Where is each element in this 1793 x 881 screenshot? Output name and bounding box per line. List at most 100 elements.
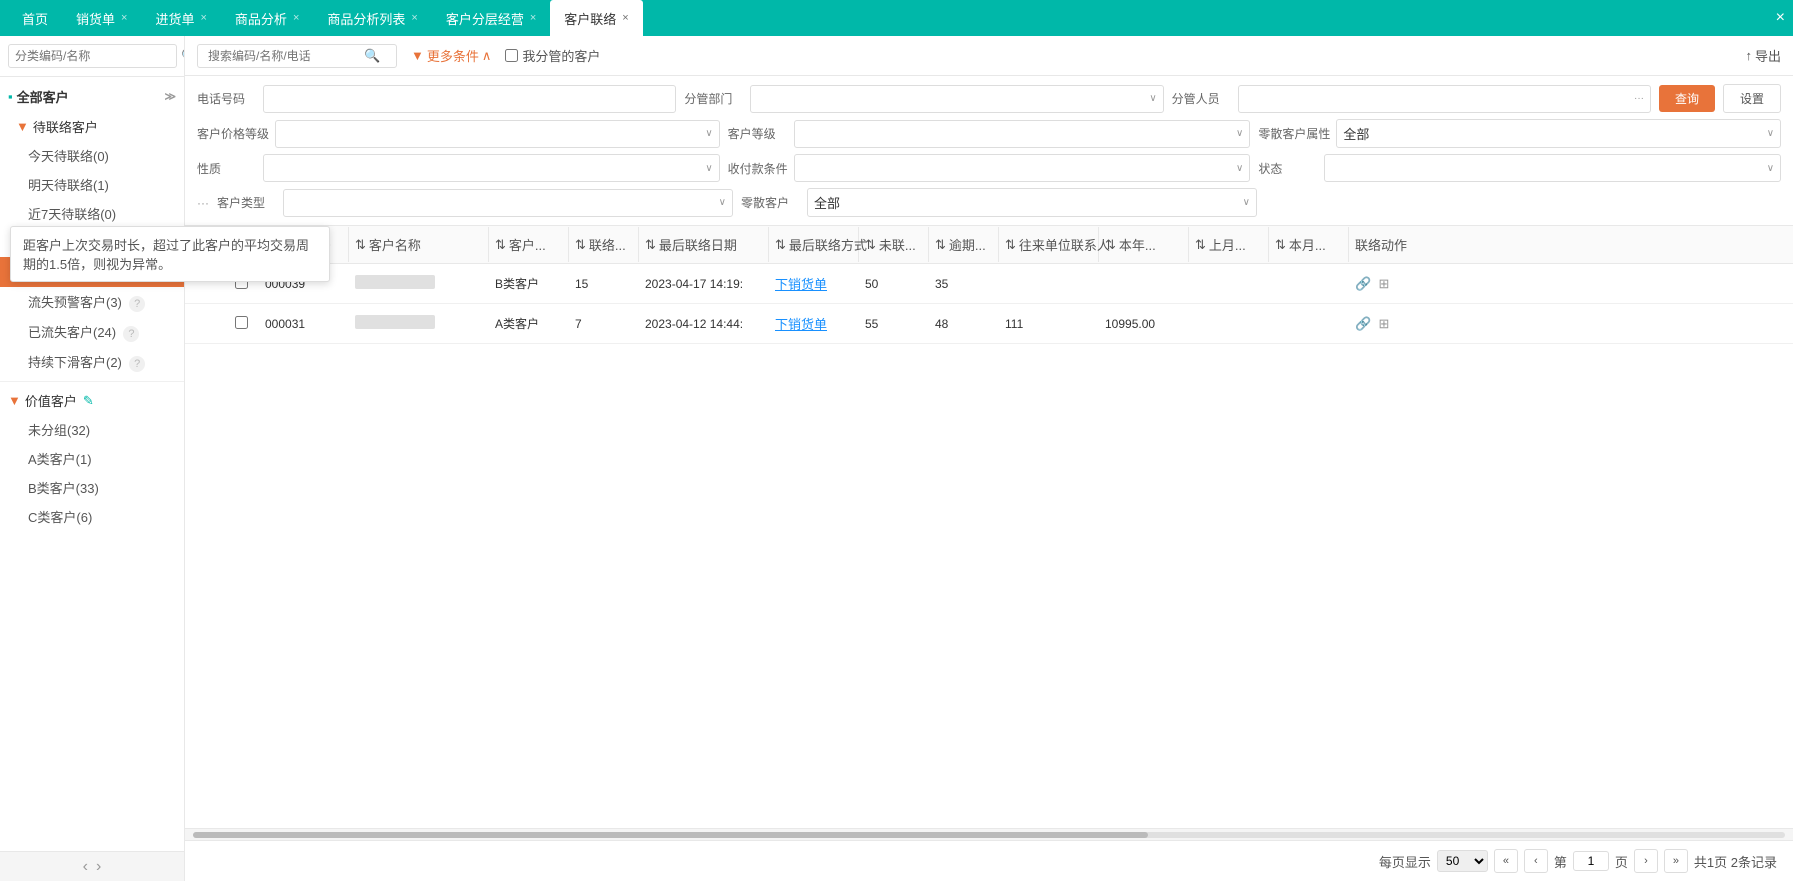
filter-retail-attr-select[interactable]: 全部 ∨ [1336, 119, 1781, 148]
nav-sales[interactable]: 销货单 × [62, 0, 141, 36]
sidebar-item-today[interactable]: 今天待联络(0) [0, 141, 184, 170]
th-level[interactable]: ⇅ 客户... [489, 227, 569, 262]
row2-checkbox[interactable] [235, 316, 248, 329]
th-contact[interactable]: ⇅ 联络... [569, 227, 639, 262]
filter-payment-select[interactable]: ∨ [794, 154, 1251, 182]
close-analysis-tab-icon[interactable]: × [293, 12, 299, 24]
filter-person-select[interactable]: ··· [1238, 85, 1651, 113]
sidebar: 🔍 ▪ 全部客户 ≫ ▼ 待联络客户 今天待联络(0) 明天待联络(1) 近7天… [0, 36, 185, 881]
filter-customer-type-select[interactable]: ∨ [283, 189, 733, 217]
sort-icon-contact: ⇅ [575, 237, 586, 253]
all-customers-collapse-icon: ▪ [8, 89, 13, 104]
nav-analysis[interactable]: 商品分析 × [221, 0, 313, 36]
sidebar-all-customers[interactable]: ▪ 全部客户 ≫ [0, 81, 184, 112]
th-lastway[interactable]: ⇅ 最后联络方式 [769, 227, 859, 262]
query-button[interactable]: 查询 [1659, 85, 1715, 112]
info-icon-4[interactable]: ? [129, 356, 145, 372]
th-lastmonth[interactable]: ⇅ 上月... [1189, 227, 1269, 262]
sidebar-item-ungrouped[interactable]: 未分组(32) [0, 415, 184, 444]
table-section: ⚙ ⇅ 客户编码 ⇅ 客户名称 ⇅ 客户... ⇅ [185, 226, 1793, 881]
filter-row-4: ··· 客户类型 ∨ 零散客户 全部 ∨ [197, 188, 1781, 217]
sidebar-item-tomorrow[interactable]: 明天待联络(1) [0, 170, 184, 199]
first-page-button[interactable]: « [1494, 849, 1518, 873]
filter-retail-customer-select[interactable]: 全部 ∨ [807, 188, 1257, 217]
next-page-button[interactable]: › [1634, 849, 1658, 873]
sidebar-item-7days[interactable]: 近7天待联络(0) [0, 199, 184, 228]
sidebar-item-b-class[interactable]: B类客户(33) [0, 473, 184, 502]
hscroll-thumb[interactable] [193, 832, 1148, 838]
td-row2-code: 000031 [259, 311, 349, 337]
hscroll-track[interactable] [193, 832, 1785, 838]
sidebar-pending-contact[interactable]: ▼ 待联络客户 [0, 112, 184, 141]
settings-button[interactable]: 设置 [1723, 84, 1781, 113]
td-row1-action: 🔗 ⊞ [1349, 270, 1419, 298]
filter-customer-level-select[interactable]: ∨ [794, 120, 1251, 148]
sort-icon-unreached: ⇅ [865, 237, 876, 253]
th-thisyear[interactable]: ⇅ 本年... [1099, 227, 1189, 262]
close-segmentation-tab-icon[interactable]: × [530, 12, 536, 24]
filter-row-1: 电话号码 分管部门 ∨ 分管人员 ··· 查 [197, 84, 1781, 113]
filter-status-select[interactable]: ∨ [1324, 154, 1781, 182]
td-row1-lastway[interactable]: 下销货单 [769, 268, 859, 299]
close-purchase-tab-icon[interactable]: × [200, 12, 206, 24]
th-name[interactable]: ⇅ 客户名称 [349, 227, 489, 262]
filter-gender-select[interactable]: ∨ [263, 154, 720, 182]
page-label: 第 [1554, 852, 1567, 871]
search-submit-icon[interactable]: 🔍 [364, 48, 380, 64]
th-lastdate[interactable]: ⇅ 最后联络日期 [639, 227, 769, 262]
row2-grid-icon[interactable]: ⊞ [1379, 316, 1390, 331]
nav-customer-segmentation[interactable]: 客户分层经营 × [432, 0, 550, 36]
sidebar-search-input[interactable] [8, 44, 177, 68]
more-conditions-button[interactable]: ▼ 更多条件 ∧ [405, 42, 497, 69]
th-overdue[interactable]: ⇅ 逾期... [929, 227, 999, 262]
sidebar-item-a-class[interactable]: A类客户(1) [0, 444, 184, 473]
nav-purchase[interactable]: 进货单 × [141, 0, 220, 36]
export-icon: ↑ [1745, 48, 1752, 63]
sidebar-item-lost-warning[interactable]: 流失预警客户(3) ? [0, 287, 184, 317]
prev-page-button[interactable]: ‹ [1524, 849, 1548, 873]
more-icon-button[interactable]: ··· [197, 196, 209, 210]
row2-name-blur [355, 315, 435, 329]
sidebar-value-customers[interactable]: ▼ 价值客户 ✎ [0, 386, 184, 415]
last-page-button[interactable]: » [1664, 849, 1688, 873]
my-customers-checkbox[interactable] [505, 49, 518, 62]
person-more-icon: ··· [1634, 93, 1644, 104]
nav-home[interactable]: 首页 [8, 0, 62, 36]
pagination-bar: 每页显示 50 100 « ‹ 第 页 › » 共1页 2条记录 [185, 840, 1793, 881]
sidebar-scroll-right-icon[interactable]: › [96, 858, 101, 876]
per-page-select[interactable]: 50 100 [1437, 850, 1488, 872]
close-contact-tab-icon[interactable]: × [622, 12, 628, 24]
row2-link-icon[interactable]: 🔗 [1355, 316, 1371, 331]
search-input[interactable] [204, 45, 364, 67]
row1-link-icon[interactable]: 🔗 [1355, 276, 1371, 291]
filter-price-level-field: 客户价格等级 ∨ [197, 120, 720, 148]
th-contacts[interactable]: ⇅ 往来单位联系人 [999, 227, 1099, 262]
sidebar-bottom-nav: ‹ › [0, 851, 184, 881]
close-sales-tab-icon[interactable]: × [121, 12, 127, 24]
filter-phone-input[interactable] [263, 85, 676, 113]
status-chevron-icon: ∨ [1767, 163, 1774, 174]
close-analysis-list-tab-icon[interactable]: × [411, 12, 417, 24]
filter-dept-select[interactable]: ∨ [750, 85, 1163, 113]
th-unreached[interactable]: ⇅ 未联... [859, 227, 929, 262]
td-row2-contacts: 111 [999, 311, 1099, 337]
value-customers-edit-icon[interactable]: ✎ [83, 393, 94, 409]
td-row1-name [349, 269, 489, 298]
th-thismonth[interactable]: ⇅ 本月... [1269, 227, 1349, 262]
td-row2-lastway[interactable]: 下销货单 [769, 308, 859, 339]
window-close-button[interactable]: × [1776, 9, 1785, 27]
sidebar-item-already-lost[interactable]: 已流失客户(24) ? [0, 317, 184, 347]
info-icon-3[interactable]: ? [123, 326, 139, 342]
export-button[interactable]: ↑ 导出 [1745, 46, 1781, 65]
sidebar-item-c-class[interactable]: C类客户(6) [0, 502, 184, 531]
row1-grid-icon[interactable]: ⊞ [1379, 276, 1390, 291]
sidebar-item-continuous-down[interactable]: 持续下滑客户(2) ? [0, 347, 184, 377]
nav-analysis-list[interactable]: 商品分析列表 × [313, 0, 431, 36]
page-input[interactable] [1573, 851, 1609, 871]
nav-customer-contact[interactable]: 客户联络 × [550, 0, 642, 36]
info-icon-2[interactable]: ? [129, 296, 145, 312]
filter-price-level-select[interactable]: ∨ [275, 120, 720, 148]
sort-icon-level: ⇅ [495, 237, 506, 253]
sidebar-scroll-left-icon[interactable]: ‹ [83, 858, 88, 876]
td-row2-check[interactable] [229, 310, 259, 338]
